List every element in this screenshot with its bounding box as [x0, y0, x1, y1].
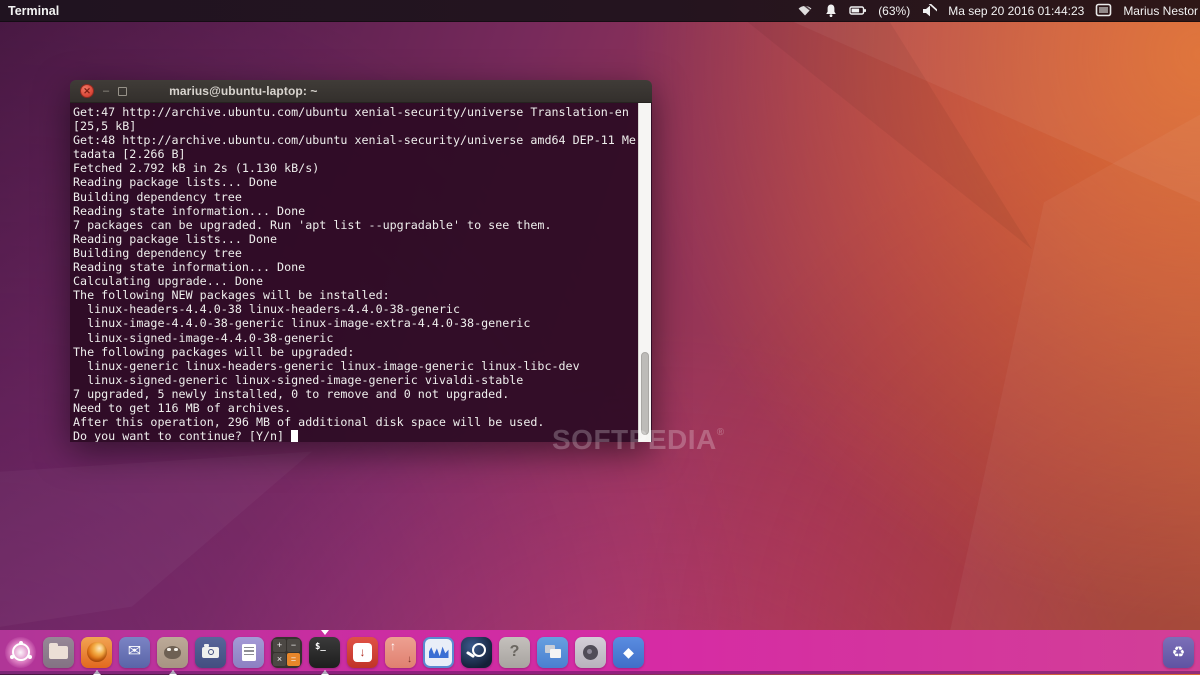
terminal-line: Building dependency tree [73, 189, 242, 204]
session-icon[interactable] [1095, 3, 1112, 18]
calculator-icon: + − × = [273, 638, 300, 666]
dock-item-trash[interactable]: ♻ [1163, 637, 1194, 668]
window-switcher-icon [544, 645, 561, 659]
dock-item-steam[interactable] [461, 636, 492, 668]
dock-item-media-app[interactable] [575, 636, 606, 668]
thunderbird-mail-glyph: ✉ [127, 643, 142, 660]
dock-item-package-tool[interactable]: ◆ [613, 636, 644, 668]
terminal-line: Get:47 http://archive.ubuntu.com/ubuntu … [73, 105, 629, 119]
terminal-line: Reading state information... Done [73, 260, 306, 275]
terminal-output[interactable]: Get:47 http://archive.ubuntu.com/ubuntu … [70, 103, 652, 442]
dash-home-icon [11, 641, 30, 661]
sync-app-glyph: ↑ [390, 638, 396, 653]
sync-app-glyph: ↓ [407, 653, 412, 665]
software-updater-glyph: ↓ [359, 645, 366, 659]
terminal-prompt-line: Do you want to continue? [Y/n] [73, 429, 652, 442]
dock-item-terminal[interactable]: $_ [309, 629, 340, 675]
terminal-line: linux-generic linux-headers-generic linu… [73, 358, 580, 373]
terminal-line: Calculating upgrade... Done [73, 274, 263, 289]
dock-item-calculator[interactable]: + − × = [271, 636, 302, 668]
terminal-line: Reading package lists... Done [73, 175, 278, 190]
system-monitor-icon [428, 646, 449, 658]
terminal-line: Need to get 116 MB of archives. [73, 400, 292, 415]
dock-item-window-switcher[interactable] [537, 636, 568, 668]
software-updater-icon: ↓ [353, 642, 372, 662]
dock-item-unknown-app[interactable]: ? [499, 636, 530, 668]
dock-item-thunderbird-mail[interactable]: ✉ [119, 636, 150, 668]
terminal-line: linux-signed-generic linux-signed-image-… [73, 372, 524, 387]
network-icon[interactable] [797, 3, 814, 18]
package-tool-glyph: ◆ [623, 644, 634, 660]
minimize-icon[interactable]: – [103, 84, 109, 98]
close-icon[interactable]: ✕ [80, 84, 94, 98]
notifications-bell-icon[interactable] [824, 3, 838, 18]
active-app-menu[interactable]: Terminal [8, 4, 59, 18]
terminal-line: Building dependency tree [73, 245, 242, 260]
terminal-line: linux-image-4.4.0-38-generic linux-image… [73, 316, 531, 331]
launcher-dock: ✉ + − × = $_ ↓ ↑ ↓? ◆ ♻ [0, 629, 1200, 675]
gimp-icon [164, 645, 181, 659]
dock-item-sync-app[interactable]: ↑ ↓ [385, 636, 416, 668]
indicator-tray: (63%) Ma sep 20 2016 01:44:23 Marius Nes… [797, 3, 1200, 18]
user-menu[interactable]: Marius Nestor [1123, 4, 1198, 18]
dock-item-firefox[interactable] [81, 636, 112, 675]
terminal-line: 7 packages can be upgraded. Run 'apt lis… [73, 217, 552, 232]
dock-item-gimp[interactable] [157, 636, 188, 675]
trash-glyph: ♻ [1171, 644, 1186, 661]
scrollbar-thumb[interactable] [641, 352, 649, 436]
dock-item-software-updater[interactable]: ↓ [347, 636, 378, 668]
terminal-line: tadata [2.266 B] [73, 147, 186, 162]
top-panel: Terminal (63%) Ma sep 20 2016 01:44:23 M… [0, 0, 1200, 22]
terminal-title: marius@ubuntu-laptop: ~ [169, 84, 318, 98]
clock[interactable]: Ma sep 20 2016 01:44:23 [948, 4, 1084, 18]
terminal-scrollbar[interactable] [638, 103, 651, 442]
media-app-icon [583, 644, 598, 660]
focused-indicator [320, 629, 329, 635]
dock-item-text-editor[interactable] [233, 636, 264, 668]
desktop: { "top_bar": { "app_menu_label": "Termin… [0, 0, 1200, 675]
terminal-line: Reading state information... Done [73, 203, 306, 218]
unknown-app-glyph: ? [509, 643, 520, 660]
dock-item-system-monitor[interactable] [423, 636, 454, 668]
terminal-line: linux-headers-4.4.0-38 linux-headers-4.4… [73, 302, 461, 317]
maximize-icon[interactable] [118, 84, 128, 98]
battery-icon[interactable] [849, 4, 867, 17]
dock-item-dash-home[interactable] [5, 636, 36, 668]
steam-icon [471, 643, 486, 657]
terminal-line: The following packages will be upgraded: [73, 344, 355, 359]
terminal-line: 7 upgraded, 5 newly installed, 0 to remo… [73, 386, 510, 401]
battery-percent[interactable]: (63%) [878, 4, 910, 18]
dock-item-screenshot-tool[interactable] [195, 636, 226, 668]
text-editor-icon [241, 643, 256, 661]
terminal-glyph: $_ [315, 641, 326, 652]
terminal-window: ✕ – marius@ubuntu-laptop: ~ Get:47 http:… [70, 80, 652, 442]
terminal-cursor [291, 430, 299, 442]
volume-muted-icon[interactable] [921, 3, 938, 18]
terminal-line: Reading package lists... Done [73, 231, 278, 246]
terminal-titlebar[interactable]: ✕ – marius@ubuntu-laptop: ~ [70, 80, 652, 103]
firefox-icon [86, 642, 107, 662]
terminal-line: linux-signed-image-4.4.0-38-generic [73, 330, 334, 345]
terminal-line: The following NEW packages will be insta… [73, 288, 390, 303]
files-icon [49, 642, 68, 659]
terminal-line: Fetched 2.792 kB in 2s (1.130 kB/s) [73, 161, 320, 176]
terminal-line: After this operation, 296 MB of addition… [73, 415, 545, 430]
terminal-line: [25,5 kB] [73, 119, 137, 134]
dock-item-files[interactable] [43, 636, 74, 668]
screenshot-tool-icon [202, 643, 219, 658]
terminal-line: Get:48 http://archive.ubuntu.com/ubuntu … [73, 133, 636, 148]
